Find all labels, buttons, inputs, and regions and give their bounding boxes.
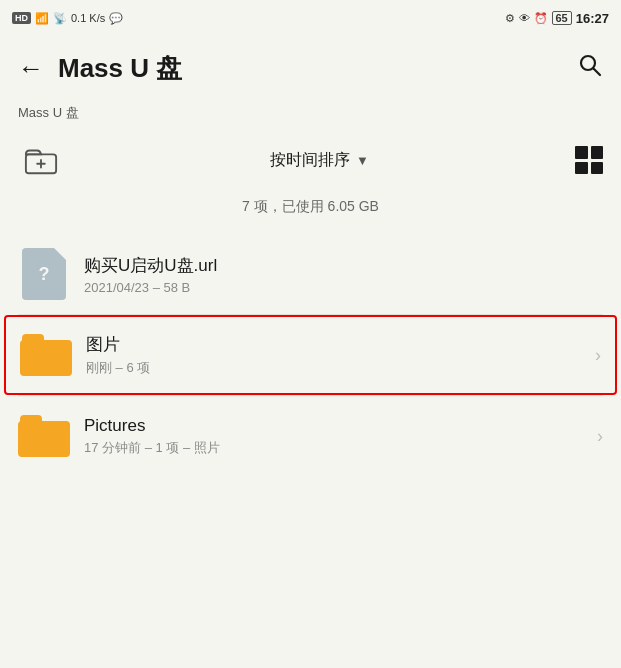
search-button[interactable] [577,52,603,84]
list-item[interactable]: ? 购买U启动U盘.url 2021/04/23 – 58 B [0,234,621,314]
header: ← Mass U 盘 [0,36,621,100]
battery-level: 65 [552,11,572,25]
toolbar: 按时间排序 ▼ [0,132,621,188]
file-list: ? 购买U启动U盘.url 2021/04/23 – 58 B 图片 刚刚 – … [0,234,621,476]
back-button[interactable]: ← [18,55,44,81]
file-name: 购买U启动U盘.url [84,254,603,277]
folder-icon [20,334,72,376]
file-icon-doc: ? [18,248,70,300]
file-icon-folder [18,410,70,462]
speed-label: 0.1 K/s [71,12,105,24]
time-display: 16:27 [576,11,609,26]
file-info: Pictures 17 分钟前 – 1 项 – 照片 [84,416,597,457]
file-meta: 刚刚 – 6 项 [86,359,595,377]
status-right: ⚙ 👁 ⏰ 65 16:27 [505,11,610,26]
storage-info: 7 项，已使用 6.05 GB [0,188,621,234]
status-left: HD 📶 📡 0.1 K/s 💬 [12,12,123,25]
doc-question-mark: ? [39,264,50,285]
file-name: 图片 [86,333,595,356]
file-meta: 17 分钟前 – 1 项 – 照片 [84,439,597,457]
alarm-icon: ⏰ [534,12,548,25]
wifi-icon: 📡 [53,12,67,25]
settings-icon: ⚙ [505,12,515,25]
chevron-right-icon: › [597,426,603,447]
svg-line-1 [594,69,601,76]
chevron-right-icon: › [595,345,601,366]
add-folder-button[interactable] [18,140,64,180]
storage-info-text: 7 项，已使用 6.05 GB [242,198,379,214]
folder-icon [18,415,70,457]
sort-button[interactable]: 按时间排序 ▼ [270,150,369,171]
wechat-icon: 💬 [109,12,123,25]
file-icon-folder [20,329,72,381]
sort-arrow-icon: ▼ [356,153,369,168]
signal-icon: 📶 [35,12,49,25]
list-item[interactable]: 图片 刚刚 – 6 项 › [4,315,617,395]
file-name: Pictures [84,416,597,436]
hd-badge: HD [12,12,31,24]
file-meta: 2021/04/23 – 58 B [84,280,603,295]
breadcrumb-text: Mass U 盘 [18,105,79,120]
grid-view-icon [575,146,603,174]
file-info: 图片 刚刚 – 6 项 [86,333,595,377]
add-folder-icon [24,143,58,177]
search-icon [577,52,603,78]
breadcrumb: Mass U 盘 [0,100,621,132]
list-item[interactable]: Pictures 17 分钟前 – 1 项 – 照片 › [0,396,621,476]
page-title: Mass U 盘 [58,51,577,86]
file-info: 购买U启动U盘.url 2021/04/23 – 58 B [84,254,603,295]
view-toggle-button[interactable] [575,146,603,174]
sort-label: 按时间排序 [270,150,350,171]
document-icon: ? [22,248,66,300]
status-bar: HD 📶 📡 0.1 K/s 💬 ⚙ 👁 ⏰ 65 16:27 [0,0,621,36]
eye-icon: 👁 [519,12,530,24]
